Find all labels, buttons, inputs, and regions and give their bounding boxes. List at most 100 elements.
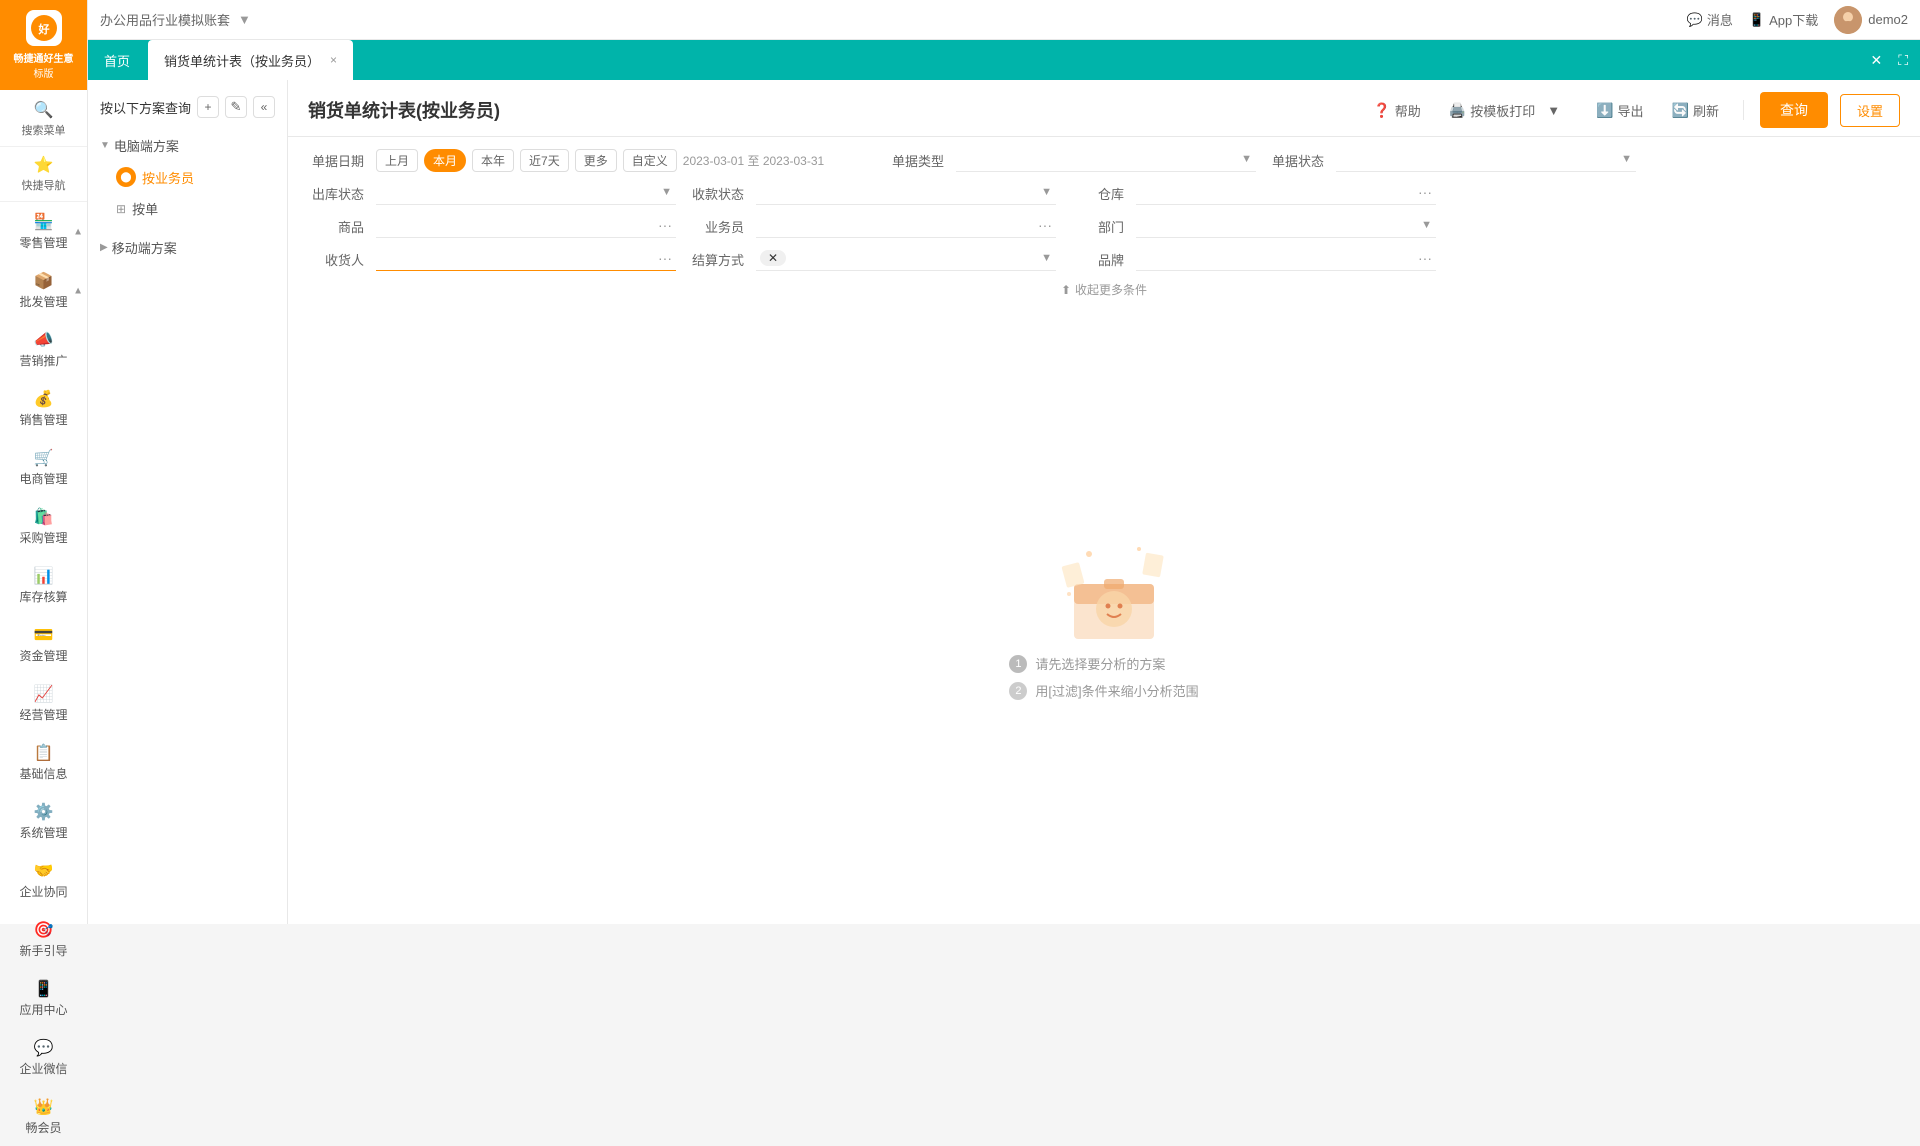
sidebar-item-enterprise[interactable]: 🤝 企业协同 — [0, 851, 87, 910]
date-btn-more[interactable]: 更多 — [575, 149, 617, 172]
scheme-item-salesperson[interactable]: ⬤ 按业务员 — [116, 161, 287, 193]
sidebar-item-wechat[interactable]: 💬 企业微信 — [0, 1028, 87, 1087]
collapse-conditions-btn[interactable]: ⬆ 收起更多条件 — [308, 281, 1900, 298]
sidebar-item-operations[interactable]: 📈 经营管理 — [0, 674, 87, 733]
recipient-input[interactable] — [380, 251, 654, 266]
date-btn-last-month[interactable]: 上月 — [376, 149, 418, 172]
sidebar-item-purchase[interactable]: 🛍️ 采购管理 — [0, 497, 87, 556]
user-area[interactable]: demo2 — [1834, 6, 1908, 34]
warehouse-dots-btn[interactable]: ··· — [1418, 184, 1432, 200]
logo-area[interactable]: 好 畅捷通好生意 标版 — [0, 0, 87, 90]
brand-input-wrapper[interactable]: ··· — [1136, 248, 1436, 271]
tab-active[interactable]: 销货单统计表（按业务员） × — [148, 40, 353, 80]
sidebar-item-newbie[interactable]: 🎯 新手引导 — [0, 910, 87, 969]
goods-input[interactable] — [380, 218, 654, 233]
sidebar-item-inventory[interactable]: 📊 库存核算 — [0, 556, 87, 615]
refresh-icon: 🔄 — [1672, 102, 1689, 119]
dept-select[interactable] — [1140, 218, 1421, 233]
order-scheme-label: 按单 — [132, 199, 158, 218]
empty-illustration — [1054, 534, 1154, 634]
out-status-chevron: ▼ — [661, 186, 672, 198]
page-header: 销货单统计表(按业务员) ❓ 帮助 🖨️ 按模板打印 ▼ ⬇️ 导出 — [288, 80, 1920, 137]
sidebar-item-member[interactable]: 👑 畅会员 — [0, 1087, 87, 1146]
edit-scheme-btn[interactable]: ✎ — [225, 96, 247, 118]
date-btn-this-year[interactable]: 本年 — [472, 149, 514, 172]
sidebar-item-apps[interactable]: 📱 应用中心 — [0, 969, 87, 1028]
logo-icon: 好 — [26, 10, 62, 46]
page-actions: ❓ 帮助 🖨️ 按模板打印 ▼ ⬇️ 导出 🔄 刷新 — [1365, 92, 1900, 128]
topbar: 办公用品行业模拟账套 ▼ 💬 消息 📱 App下载 de — [88, 0, 1920, 40]
app-subtitle: 标版 — [34, 65, 54, 80]
refresh-btn[interactable]: 🔄 刷新 — [1664, 97, 1727, 124]
sidebar-item-retail[interactable]: 🏪 零售管理 ▲ — [0, 202, 87, 261]
pay-status-select-wrapper[interactable]: ▼ — [756, 183, 1056, 205]
workspace-dropdown-icon[interactable]: ▼ — [238, 12, 251, 27]
brand-input[interactable] — [1140, 251, 1414, 266]
out-status-select-wrapper[interactable]: ▼ — [376, 183, 676, 205]
brand-dots-btn[interactable]: ··· — [1418, 250, 1432, 266]
order-type-select-wrapper[interactable]: ▼ — [956, 150, 1256, 172]
goods-dots-btn[interactable]: ··· — [658, 217, 672, 233]
expand-icon: ▼ — [100, 140, 110, 151]
settlement-chevron: ▼ — [1041, 252, 1052, 264]
window-maximize-btn[interactable]: ⛶ — [1894, 48, 1912, 73]
tab-home[interactable]: 首页 — [88, 40, 146, 80]
sidebar-item-system[interactable]: ⚙️ 系统管理 — [0, 792, 87, 851]
out-status-select[interactable] — [380, 185, 661, 200]
scheme-item-order[interactable]: ⊞ 按单 — [116, 193, 287, 224]
refresh-label: 刷新 — [1693, 101, 1719, 120]
main-content: 办公用品行业模拟账套 ▼ 💬 消息 📱 App下载 de — [88, 0, 1920, 924]
desktop-scheme-header[interactable]: ▼ 电脑端方案 — [88, 130, 287, 161]
add-scheme-btn[interactable]: + — [197, 96, 219, 118]
date-btn-custom[interactable]: 自定义 — [623, 149, 677, 172]
pay-status-select[interactable] — [760, 185, 1041, 200]
recipient-input-wrapper[interactable]: ··· — [376, 248, 676, 271]
order-status-select-wrapper[interactable]: ▼ — [1336, 150, 1636, 172]
dept-select-wrapper[interactable]: ▼ — [1136, 216, 1436, 238]
close-tab-btn[interactable]: × — [330, 53, 337, 67]
message-action[interactable]: 💬 消息 — [1687, 10, 1733, 29]
collapse-scheme-btn[interactable]: « — [253, 96, 275, 118]
member-icon: 👑 — [34, 1097, 54, 1117]
marketing-label: 营销推广 — [19, 352, 67, 369]
settlement-select-wrapper[interactable]: ✕ ▼ — [756, 248, 1056, 271]
sidebar-item-finance[interactable]: 💳 资金管理 — [0, 615, 87, 674]
purchase-label: 采购管理 — [19, 529, 67, 546]
settings-btn[interactable]: 设置 — [1840, 94, 1900, 127]
recipient-dots-btn[interactable]: ··· — [658, 250, 672, 266]
filter-row-2: 出库状态 ▼ 收款状态 ▼ 仓库 — [308, 182, 1900, 205]
order-status-chevron: ▼ — [1621, 153, 1632, 165]
sidebar-item-wholesale[interactable]: 📦 批发管理 ▲ — [0, 261, 87, 320]
order-type-select[interactable] — [960, 152, 1241, 167]
marketing-icon: 📣 — [34, 330, 54, 350]
sidebar-item-ecommerce[interactable]: 🛒 电商管理 — [0, 438, 87, 497]
query-btn[interactable]: 查询 — [1760, 92, 1828, 128]
salesperson-input-wrapper[interactable]: ··· — [756, 215, 1056, 238]
warehouse-input[interactable] — [1140, 185, 1414, 200]
goods-input-wrapper[interactable]: ··· — [376, 215, 676, 238]
sidebar-search-area[interactable]: 🔍 搜索菜单 — [0, 90, 87, 147]
window-close-btn[interactable]: ✕ — [1866, 48, 1886, 73]
empty-state: 1 请先选择要分析的方案 2 用[过滤]条件来缩小分析范围 — [288, 318, 1920, 924]
salesperson-dots-btn[interactable]: ··· — [1038, 217, 1052, 233]
warehouse-input-wrapper[interactable]: ··· — [1136, 182, 1436, 205]
mobile-scheme-header[interactable]: ▶ 移动端方案 — [88, 232, 287, 263]
help-btn[interactable]: ❓ 帮助 — [1365, 97, 1428, 124]
member-label: 畅会员 — [25, 1119, 61, 1136]
sidebar-item-marketing[interactable]: 📣 营销推广 — [0, 320, 87, 379]
settlement-clear-badge[interactable]: ✕ — [760, 250, 786, 266]
export-btn[interactable]: ⬇️ 导出 — [1588, 97, 1651, 124]
sidebar-item-basics[interactable]: 📋 基础信息 — [0, 733, 87, 792]
print-btn[interactable]: 🖨️ 按模板打印 ▼ — [1441, 95, 1576, 126]
salesperson-input[interactable] — [760, 218, 1034, 233]
date-btn-this-month[interactable]: 本月 — [424, 149, 466, 172]
print-dropdown-icon[interactable]: ▼ — [1539, 99, 1568, 122]
order-status-select[interactable] — [1340, 152, 1621, 167]
sidebar-item-sales[interactable]: 💰 销售管理 — [0, 379, 87, 438]
download-action[interactable]: 📱 App下载 — [1749, 10, 1818, 29]
quick-nav-area[interactable]: ⭐ 快捷导航 — [0, 147, 87, 202]
date-btn-7days[interactable]: 近7天 — [520, 149, 569, 172]
wechat-label: 企业微信 — [19, 1060, 67, 1077]
order-type-label: 单据类型 — [888, 151, 944, 170]
help-icon: ❓ — [1373, 102, 1390, 119]
